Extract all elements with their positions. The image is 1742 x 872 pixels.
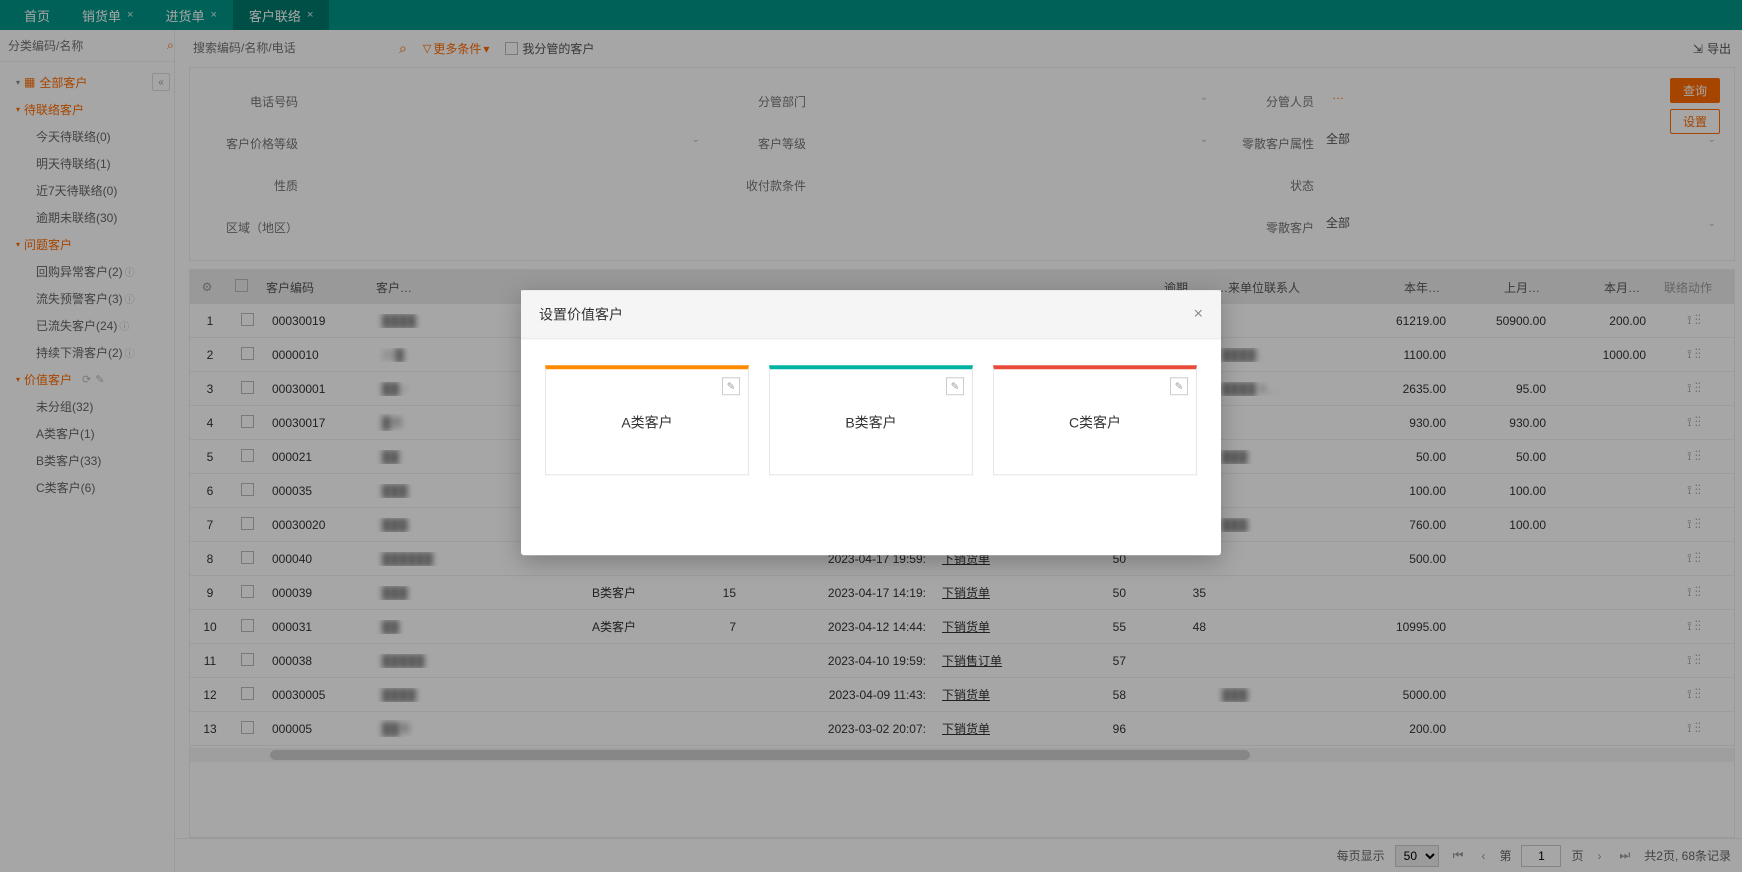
edit-icon[interactable]: ✎ — [946, 377, 964, 395]
value-customer-modal: 设置价值客户 × ✎A类客户 ✎B类客户 ✎C类客户 — [521, 290, 1221, 555]
modal-title: 设置价值客户 — [539, 304, 623, 324]
tier-card-c[interactable]: ✎C类客户 — [993, 365, 1197, 475]
close-icon[interactable]: × — [1194, 305, 1203, 323]
tier-card-b[interactable]: ✎B类客户 — [769, 365, 973, 475]
edit-icon[interactable]: ✎ — [1170, 377, 1188, 395]
tier-card-a[interactable]: ✎A类客户 — [545, 365, 749, 475]
edit-icon[interactable]: ✎ — [722, 377, 740, 395]
